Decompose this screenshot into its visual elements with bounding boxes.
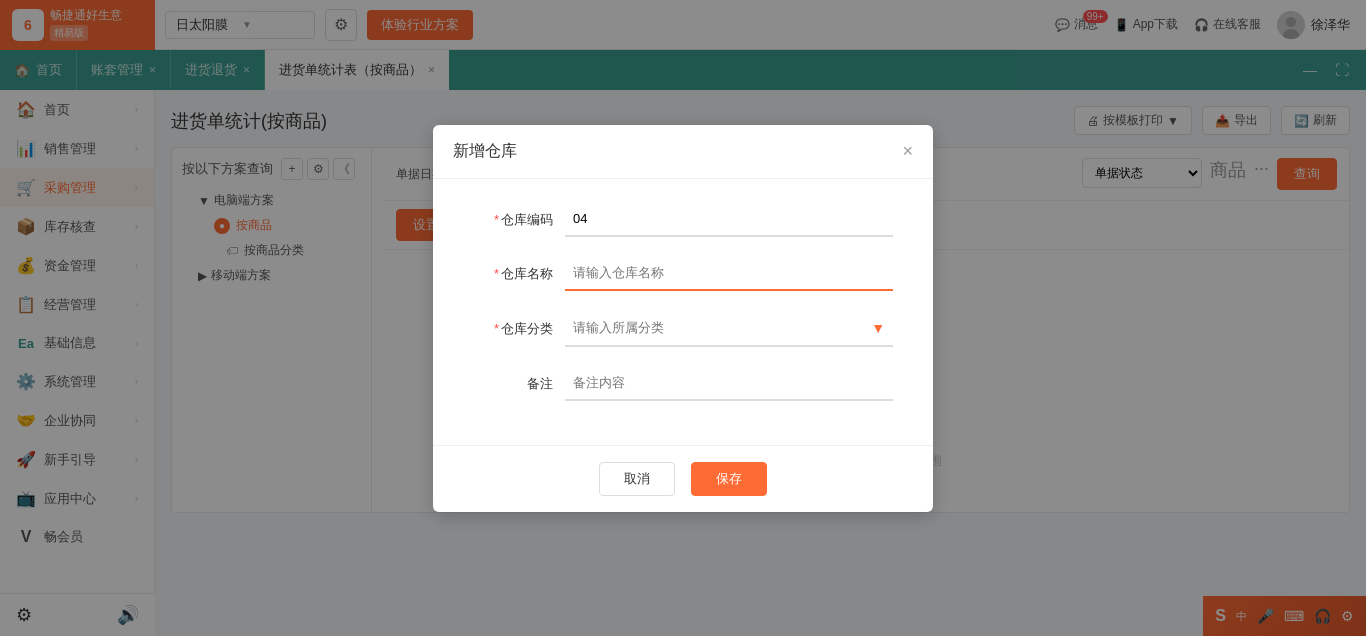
dialog-new-warehouse: 新增仓库 × *仓库编码 *仓库名称 *仓库分类 — [433, 125, 933, 512]
form-row-code: *仓库编码 — [473, 203, 893, 237]
modal-overlay: 新增仓库 × *仓库编码 *仓库名称 *仓库分类 — [0, 0, 1366, 636]
dialog-close-button[interactable]: × — [902, 141, 913, 162]
category-input[interactable] — [565, 311, 893, 345]
name-input[interactable] — [565, 257, 893, 291]
save-button[interactable]: 保存 — [691, 462, 767, 496]
name-label: *仓库名称 — [473, 265, 553, 283]
dialog-title: 新增仓库 — [453, 141, 517, 162]
note-label: 备注 — [473, 375, 553, 393]
category-select-wrap: ▼ — [565, 311, 893, 347]
form-row-note: 备注 — [473, 367, 893, 401]
dialog-body: *仓库编码 *仓库名称 *仓库分类 ▼ — [433, 179, 933, 445]
note-input[interactable] — [565, 367, 893, 401]
code-label: *仓库编码 — [473, 211, 553, 229]
dialog-header: 新增仓库 × — [433, 125, 933, 179]
form-row-name: *仓库名称 — [473, 257, 893, 291]
dialog-footer: 取消 保存 — [433, 445, 933, 512]
category-label: *仓库分类 — [473, 320, 553, 338]
code-required-mark: * — [494, 212, 499, 227]
form-row-category: *仓库分类 ▼ — [473, 311, 893, 347]
code-input[interactable] — [565, 203, 893, 237]
cancel-button[interactable]: 取消 — [599, 462, 675, 496]
name-required-mark: * — [494, 266, 499, 281]
category-required-mark: * — [494, 321, 499, 336]
